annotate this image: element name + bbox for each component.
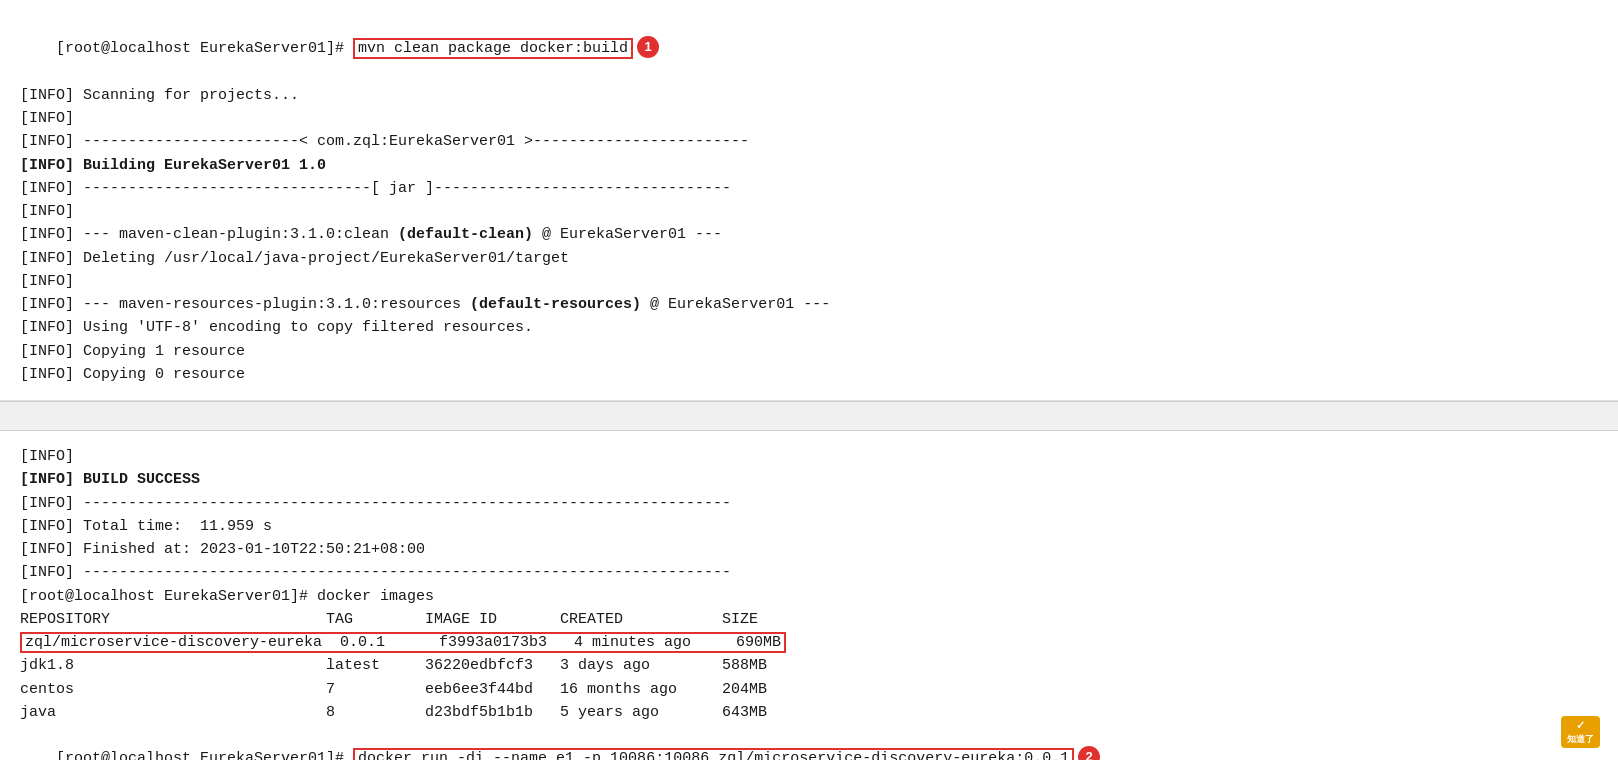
docker-row-2: jdk1.8 latest 36220edbfcf3 3 days ago 58…	[20, 654, 1598, 677]
terminal-line-11: [INFO] --- maven-resources-plugin:3.1.0:…	[20, 293, 1598, 316]
bottom-line-3: [INFO] ---------------------------------…	[20, 492, 1598, 515]
terminal-line-6: [INFO] --------------------------------[…	[20, 177, 1598, 200]
terminal-line-14: [INFO] Copying 0 resource	[20, 363, 1598, 386]
bottom-line-7: [root@localhost EurekaServer01]# docker …	[20, 585, 1598, 608]
docker-row-1: zql/microservice-discovery-eureka 0.0.1 …	[20, 631, 1598, 654]
command-1-boxed: mvn clean package docker:build	[353, 38, 633, 59]
terminal-line-10: [INFO]	[20, 270, 1598, 293]
terminal-line-3: [INFO]	[20, 107, 1598, 130]
watermark-inner: ✓ 知道了	[1561, 716, 1600, 748]
watermark-text: 知道了	[1567, 734, 1594, 744]
bottom-line-4: [INFO] Total time: 11.959 s	[20, 515, 1598, 538]
terminal-line-7: [INFO]	[20, 200, 1598, 223]
terminal-line-2: [INFO] Scanning for projects...	[20, 84, 1598, 107]
terminal-line-12: [INFO] Using 'UTF-8' encoding to copy fi…	[20, 316, 1598, 339]
terminal-line-8: [INFO] --- maven-clean-plugin:3.1.0:clea…	[20, 223, 1598, 246]
docker-run-line: [root@localhost EurekaServer01]# docker …	[20, 724, 1598, 760]
terminal-line-9: [INFO] Deleting /usr/local/java-project/…	[20, 247, 1598, 270]
terminal-line-5: [INFO] Building EurekaServer01 1.0	[20, 154, 1598, 177]
terminal-line-4: [INFO] ------------------------< com.zql…	[20, 130, 1598, 153]
watermark-check: ✓	[1576, 719, 1585, 731]
docker-row-4: java 8 d23bdf5b1b1b 5 years ago 643MB	[20, 701, 1598, 724]
watermark: ✓ 知道了	[1550, 712, 1610, 752]
bottom-line-6: [INFO] ---------------------------------…	[20, 561, 1598, 584]
terminal-line-1: [root@localhost EurekaServer01]# mvn cle…	[20, 14, 1598, 84]
docker-table-header: REPOSITORY TAG IMAGE ID CREATED SIZE	[20, 608, 1598, 631]
divider-gap	[0, 401, 1618, 431]
terminal-bottom: [INFO] [INFO] BUILD SUCCESS [INFO] -----…	[0, 431, 1618, 760]
bottom-line-5: [INFO] Finished at: 2023-01-10T22:50:21+…	[20, 538, 1598, 561]
docker-row-3: centos 7 eeb6ee3f44bd 16 months ago 204M…	[20, 678, 1598, 701]
prompt-1: [root@localhost EurekaServer01]#	[56, 40, 353, 57]
bottom-line-2: [INFO] BUILD SUCCESS	[20, 468, 1598, 491]
terminal-top: [root@localhost EurekaServer01]# mvn cle…	[0, 0, 1618, 401]
bottom-line-1: [INFO]	[20, 445, 1598, 468]
run-command-boxed: docker run -di --name e1 -p 10086:10086 …	[353, 748, 1074, 760]
terminal-line-13: [INFO] Copying 1 resource	[20, 340, 1598, 363]
badge-2: 2	[1078, 746, 1100, 760]
run-prompt: [root@localhost EurekaServer01]#	[56, 750, 353, 760]
badge-1: 1	[637, 36, 659, 58]
